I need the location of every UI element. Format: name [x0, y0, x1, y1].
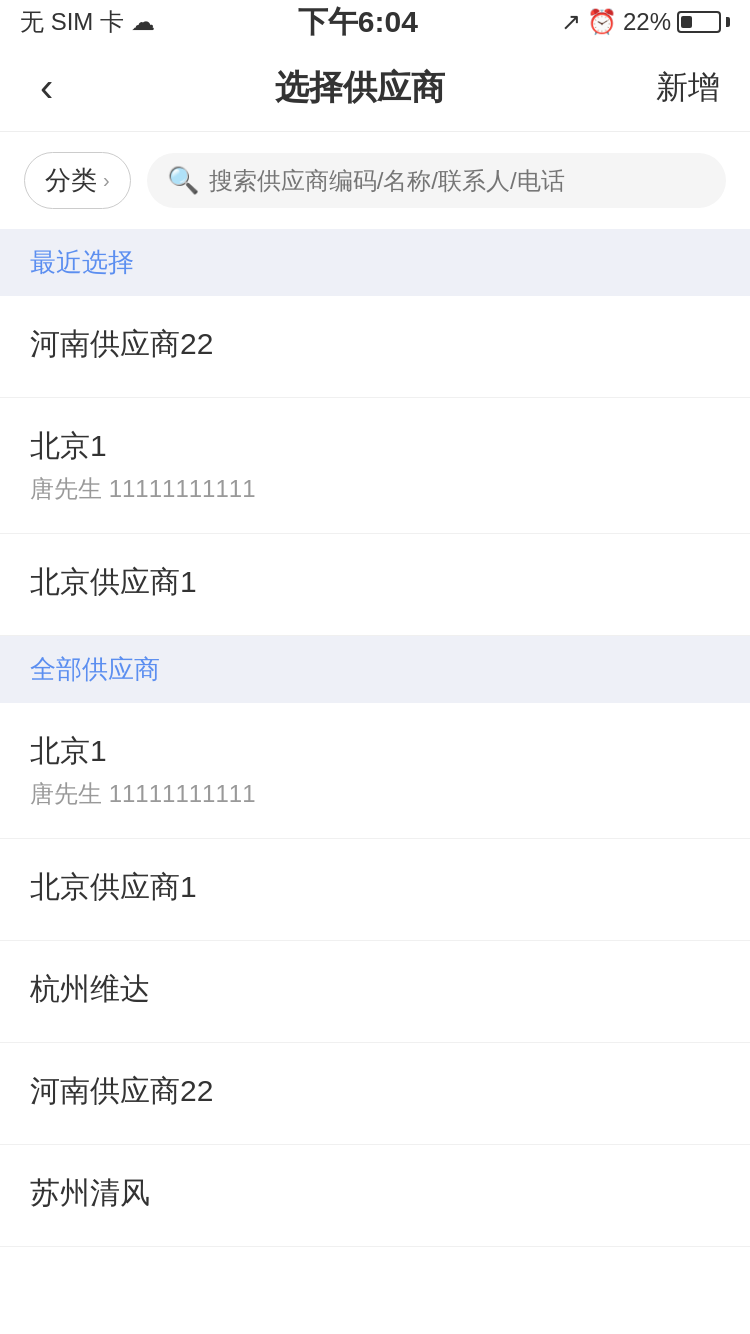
alarm-icon: ⏰: [587, 8, 617, 36]
item-name: 河南供应商22: [30, 324, 720, 365]
list-item[interactable]: 北京供应商1: [0, 839, 750, 941]
location-icon: ↗: [561, 8, 581, 36]
status-bar: 无 SIM 卡 ☁ 下午6:04 ↗ ⏰ 22%: [0, 0, 750, 44]
battery-tip: [726, 17, 730, 27]
nav-bar: ‹ 选择供应商 新增: [0, 44, 750, 132]
chevron-right-icon: ›: [103, 169, 110, 192]
list-item[interactable]: 河南供应商22: [0, 1043, 750, 1145]
page-title: 选择供应商: [275, 65, 445, 111]
item-sub: 唐先生 11111111111: [30, 473, 720, 505]
category-label: 分类: [45, 163, 97, 198]
list-item[interactable]: 河南供应商22: [0, 296, 750, 398]
list-item[interactable]: 北京供应商1: [0, 534, 750, 636]
item-name: 杭州维达: [30, 969, 720, 1010]
list-item[interactable]: 杭州维达: [0, 941, 750, 1043]
category-filter-button[interactable]: 分类 ›: [24, 152, 131, 209]
item-name: 北京1: [30, 731, 720, 772]
item-name: 北京1: [30, 426, 720, 467]
search-box[interactable]: 🔍: [147, 153, 726, 208]
item-name: 北京供应商1: [30, 562, 720, 603]
list-item[interactable]: 北京1 唐先生 11111111111: [0, 703, 750, 839]
recent-list: 河南供应商22 北京1 唐先生 11111111111 北京供应商1: [0, 296, 750, 636]
all-section-header: 全部供应商: [0, 636, 750, 703]
item-sub: 唐先生 11111111111: [30, 778, 720, 810]
recent-section-header: 最近选择: [0, 229, 750, 296]
battery-icon: [677, 11, 721, 33]
filter-bar: 分类 › 🔍: [0, 132, 750, 229]
item-name: 河南供应商22: [30, 1071, 720, 1112]
back-button[interactable]: ‹: [30, 55, 63, 120]
sim-status: 无 SIM 卡 ☁: [20, 6, 155, 38]
search-input[interactable]: [209, 167, 706, 195]
status-time: 下午6:04: [298, 2, 418, 43]
item-name: 北京供应商1: [30, 867, 720, 908]
all-suppliers-list: 北京1 唐先生 11111111111 北京供应商1 杭州维达河南供应商22 苏州清风: [0, 703, 750, 1247]
status-left: 无 SIM 卡 ☁: [20, 6, 155, 38]
list-item[interactable]: 北京1 唐先生 11111111111: [0, 398, 750, 534]
add-button[interactable]: 新增: [656, 66, 720, 110]
item-name: 苏州清风: [30, 1173, 720, 1214]
status-right: ↗ ⏰ 22%: [561, 8, 730, 36]
battery-percent: 22%: [623, 8, 671, 36]
search-icon: 🔍: [167, 165, 199, 196]
list-item[interactable]: 苏州清风: [0, 1145, 750, 1247]
